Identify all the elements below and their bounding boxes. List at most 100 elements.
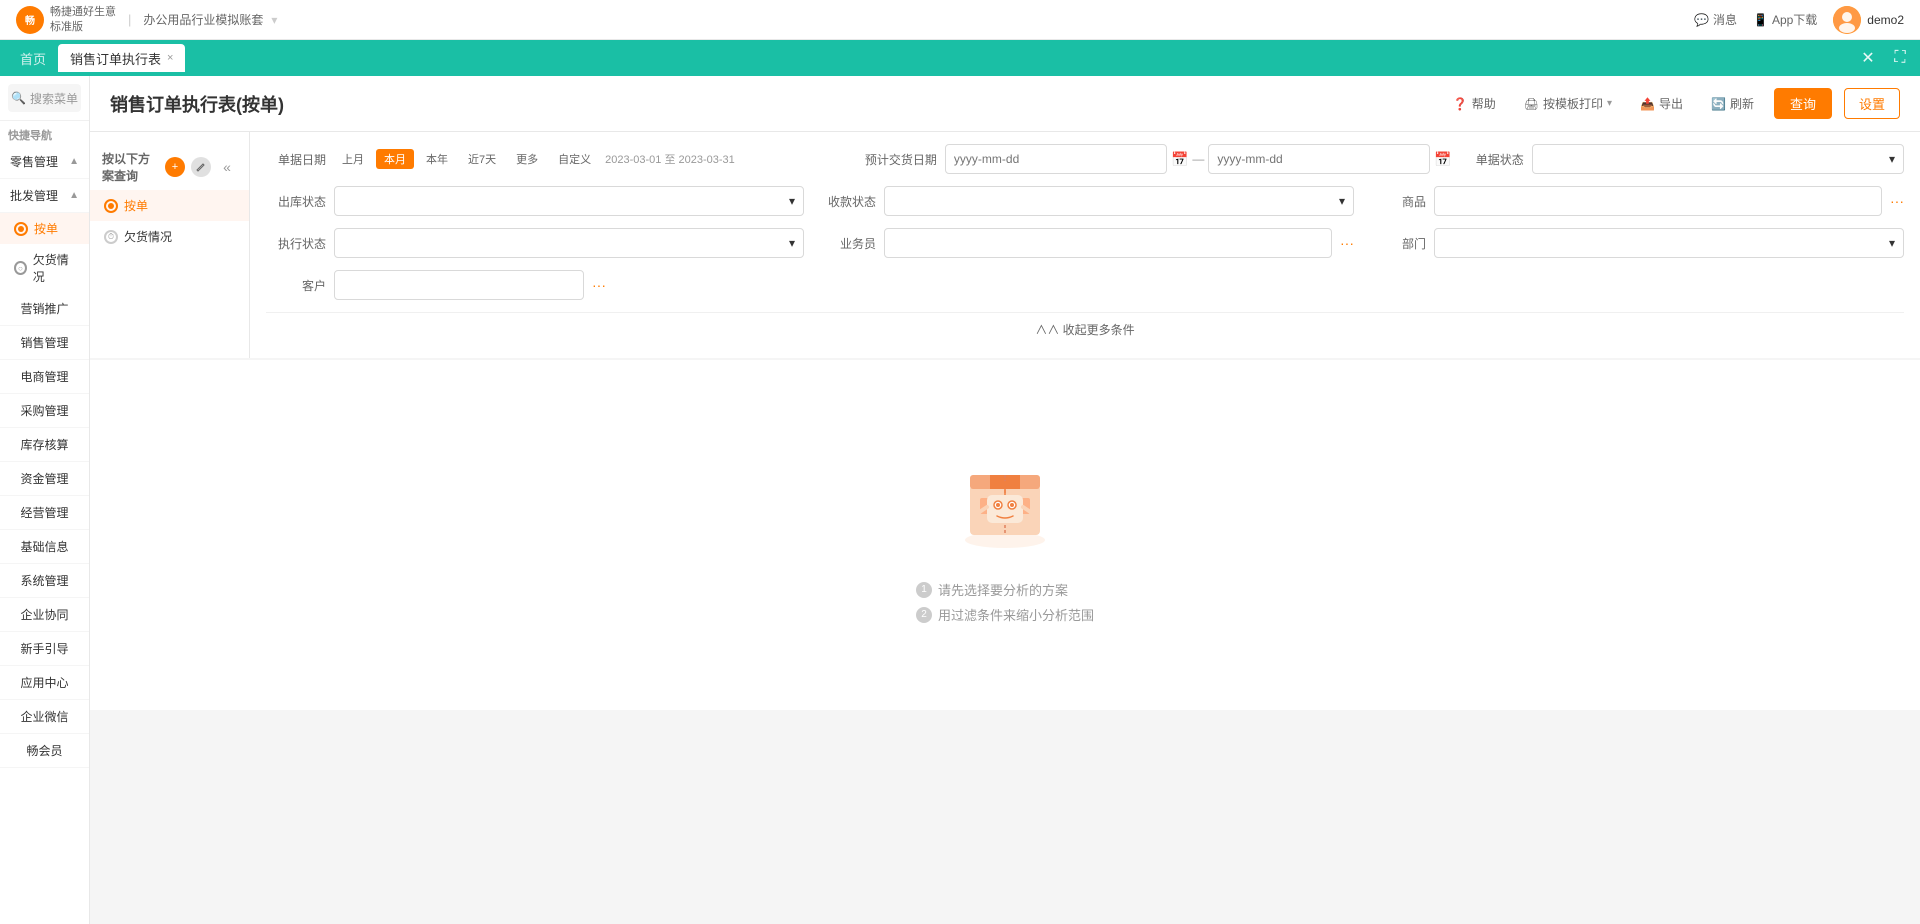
edit-scheme-btn[interactable] (191, 157, 211, 177)
salesman-more-icon[interactable]: ··· (1340, 235, 1354, 251)
expected-date-range: 📅 — 📅 (945, 144, 1452, 174)
filter-row-1: 单据日期 上月 本月 本年 近7天 更多 自定义 2023-03-01 至 20… (266, 144, 1904, 174)
sidebar-item-finance[interactable]: 资金管理 (0, 462, 89, 496)
sidebar-item-wechat[interactable]: 企业微信 (0, 700, 89, 734)
sidebar-item-marketing[interactable]: 营销推广 (0, 292, 89, 326)
date-tab-本月[interactable]: 本月 (376, 149, 414, 169)
filter-scheme-欠货情况[interactable]: ⏱ 欠货情况 (90, 221, 249, 252)
outbound-select[interactable] (334, 186, 804, 216)
outbound-label: 出库状态 (266, 193, 326, 210)
filter-sidebar-header: 按以下方案查询 + « (90, 144, 249, 190)
expected-date-end[interactable] (1208, 144, 1430, 174)
sidebar-item-member[interactable]: 畅会员 (0, 734, 89, 768)
help-btn[interactable]: ❓ 帮助 (1445, 91, 1504, 116)
tab-close-icon[interactable]: × (167, 52, 173, 64)
status-dropdown-icon (1889, 152, 1895, 166)
filter-row-4: 客户 ··· (266, 270, 1904, 300)
collapse-icon: ∧∧ (1035, 323, 1062, 337)
dept-select[interactable] (1434, 228, 1904, 258)
settings-btn[interactable]: 设置 (1844, 88, 1900, 119)
goods-input[interactable] (1434, 186, 1882, 216)
salesman-input[interactable] (884, 228, 1332, 258)
tab-active[interactable]: 销售订单执行表 × (58, 44, 185, 72)
sidebar-item-apps[interactable]: 应用中心 (0, 666, 89, 700)
sidebar-item-wholesale[interactable]: 批发管理 ▲ (0, 179, 89, 213)
refresh-icon: 🔄 (1711, 97, 1726, 111)
sidebar-item-retail[interactable]: 零售管理 ▲ (0, 145, 89, 179)
empty-illustration (945, 440, 1065, 560)
sidebar-item-purchase[interactable]: 采购管理 (0, 394, 89, 428)
sidebar-search-area: 🔍 搜索菜单 (0, 76, 89, 121)
query-btn[interactable]: 查询 (1774, 88, 1832, 119)
sidebar: 🔍 搜索菜单 快捷导航 零售管理 ▲ 批发管理 ▲ 按单 ○ 欠货情况 营销推广 (0, 76, 90, 924)
search-menu-btn[interactable]: 🔍 搜索菜单 (8, 84, 81, 112)
payment-select[interactable] (884, 186, 1354, 216)
page-title: 销售订单执行表(按单) (110, 91, 284, 117)
expected-date-start[interactable] (945, 144, 1167, 174)
date-tab-更多[interactable]: 更多 (508, 149, 546, 169)
sidebar-item-sales[interactable]: 销售管理 (0, 326, 89, 360)
app-icon: 📱 (1753, 13, 1768, 27)
retail-expand-icon: ▲ (69, 156, 79, 167)
collapse-scheme-btn[interactable]: « (217, 157, 237, 177)
filter-sidebar: 按以下方案查询 + « 按单 (90, 132, 250, 358)
top-bar-left: 畅 畅捷通好生意 标准版 | 办公用品行业模拟账套 ▾ (16, 5, 277, 34)
print-btn[interactable]: 🖨 按模板打印 ▾ (1516, 91, 1620, 116)
date-tab-自定义[interactable]: 自定义 (550, 149, 599, 169)
sidebar-sub-item-欠货情况[interactable]: ○ 欠货情况 (0, 244, 89, 292)
message-btn[interactable]: 💬 消息 (1694, 11, 1737, 28)
filter-row-2: 出库状态 收款状态 商品 (266, 186, 1904, 216)
app-download-btn[interactable]: 📱 App下载 (1753, 11, 1817, 28)
user-area[interactable]: demo2 (1833, 6, 1904, 34)
filter-field-payment: 收款状态 (816, 186, 1354, 216)
filter-field-customer: 客户 ··· (266, 270, 606, 300)
goods-more-icon[interactable]: ··· (1890, 193, 1904, 209)
filter-scheme-按单[interactable]: 按单 (90, 190, 249, 221)
goods-label: 商品 (1366, 193, 1426, 210)
refresh-btn[interactable]: 🔄 刷新 (1703, 91, 1762, 116)
sidebar-item-stock[interactable]: 库存核算 (0, 428, 89, 462)
add-scheme-btn[interactable]: + (165, 157, 185, 177)
tab-bar: 首页 销售订单执行表 × ✕ ⛶ (0, 40, 1920, 76)
help-icon: ❓ (1453, 97, 1468, 111)
sidebar-item-guide[interactable]: 新手引导 (0, 632, 89, 666)
calendar-end-icon[interactable]: 📅 (1434, 151, 1451, 168)
collapse-btn[interactable]: ∧∧ 收起更多条件 (266, 312, 1904, 346)
filter-field-exec: 执行状态 (266, 228, 804, 258)
tab-home[interactable]: 首页 (8, 44, 58, 72)
tab-close-window-icon[interactable]: ✕ (1856, 46, 1880, 70)
wholesale-expand-icon: ▲ (69, 190, 79, 201)
sidebar-sub-item-按单[interactable]: 按单 (0, 213, 89, 244)
outbound-dropdown-icon (789, 194, 795, 208)
date-tab-近7天[interactable]: 近7天 (460, 149, 504, 169)
sidebar-item-system[interactable]: 系统管理 (0, 564, 89, 598)
logo-area: 畅 畅捷通好生意 标准版 (16, 5, 116, 34)
customer-more-icon[interactable]: ··· (592, 277, 606, 293)
active-dot-icon (14, 222, 28, 236)
status-select[interactable] (1532, 144, 1904, 174)
status-label: 单据状态 (1464, 151, 1524, 168)
date-tab-上月[interactable]: 上月 (334, 149, 372, 169)
exec-select[interactable] (334, 228, 804, 258)
date-tab-本年[interactable]: 本年 (418, 149, 456, 169)
search-icon: 🔍 (11, 91, 26, 105)
tab-expand-icon[interactable]: ⛶ (1888, 46, 1912, 70)
filter-field-status: 单据状态 (1464, 144, 1904, 174)
salesman-label: 业务员 (816, 235, 876, 252)
filter-field-dept: 部门 (1366, 228, 1904, 258)
page-actions: ❓ 帮助 🖨 按模板打印 ▾ 📤 导出 🔄 刷新 查询 设置 (1445, 88, 1900, 119)
empty-tips: 1 请先选择要分析的方案 2 用过滤条件来缩小分析范围 (916, 580, 1094, 630)
sidebar-item-ecommerce[interactable]: 电商管理 (0, 360, 89, 394)
export-btn[interactable]: 📤 导出 (1632, 91, 1691, 116)
tip-2: 2 用过滤条件来缩小分析范围 (916, 605, 1094, 624)
sidebar-item-operation[interactable]: 经营管理 (0, 496, 89, 530)
exec-dropdown-icon (789, 236, 795, 250)
sidebar-item-basic[interactable]: 基础信息 (0, 530, 89, 564)
filter-field-expected-date: 预计交货日期 📅 — 📅 (865, 144, 1452, 174)
customer-input[interactable] (334, 270, 584, 300)
calendar-start-icon[interactable]: 📅 (1171, 151, 1188, 168)
dept-dropdown-icon (1889, 236, 1895, 250)
breadcrumb-dropdown[interactable]: ▾ (271, 13, 277, 27)
sidebar-item-coop[interactable]: 企业协同 (0, 598, 89, 632)
active-scheme-dot (108, 203, 114, 209)
